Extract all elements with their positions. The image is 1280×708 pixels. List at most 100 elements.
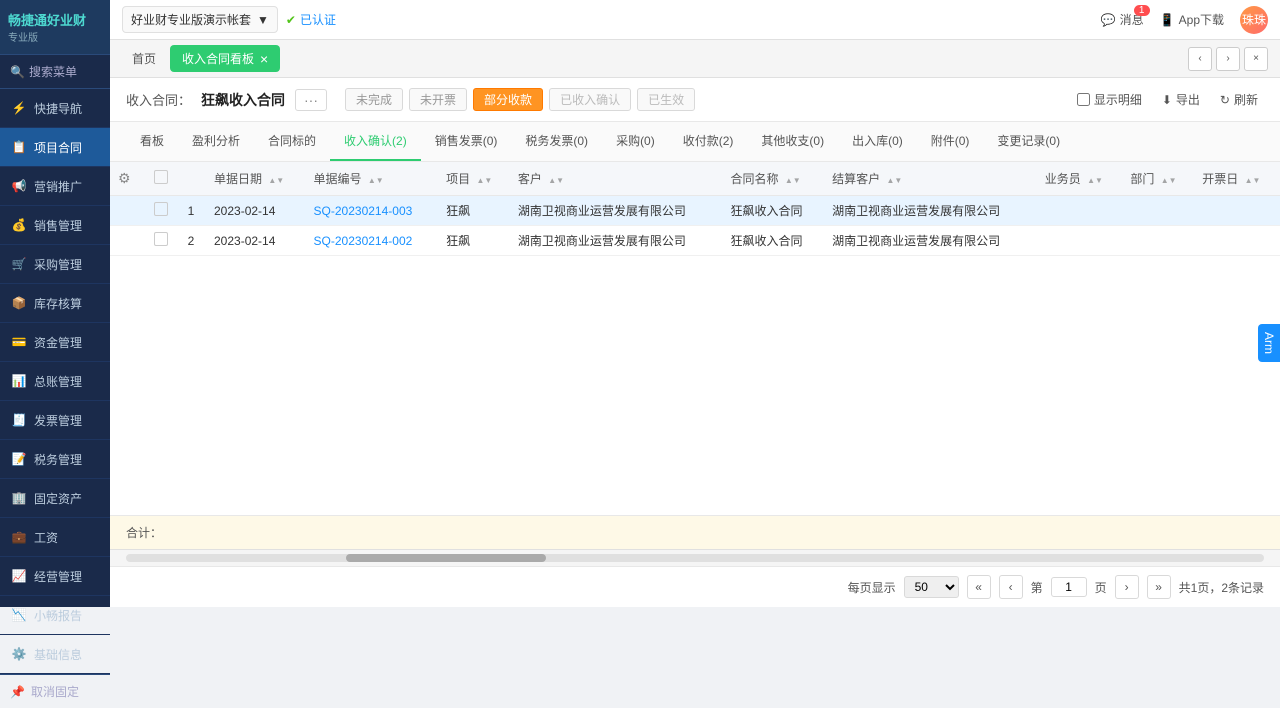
tab-prev-button[interactable]: ‹ (1188, 47, 1212, 71)
column-settings-icon[interactable]: ⚙ (118, 170, 131, 186)
next-page-button[interactable]: › (1115, 575, 1139, 599)
status-tag-uncomplete[interactable]: 未完成 (345, 88, 403, 111)
sidebar-unpin[interactable]: 📌 取消固定 (0, 675, 110, 708)
right-panel[interactable]: Arm (1258, 324, 1280, 362)
status-tag-confirmed[interactable]: 已收入确认 (549, 88, 631, 111)
row-checkbox-cell (146, 226, 176, 256)
user-avatar[interactable]: 珠珠 (1240, 6, 1268, 34)
row-1-result-customer: 湖南卫视商业运营发展有限公司 (824, 196, 1037, 226)
status-tag-effective[interactable]: 已生效 (637, 88, 695, 111)
sidebar-search[interactable]: 🔍 搜索菜单 (0, 55, 110, 89)
content-wrapper: 收入合同： 狂飙收入合同 ··· 未完成 未开票 部分收款 已收入确认 已生效 … (110, 78, 1280, 607)
sidebar-item-capital[interactable]: 💳 资金管理 (0, 323, 110, 362)
scroll-thumb[interactable] (346, 554, 546, 562)
home-tab[interactable]: 首页 (122, 44, 166, 73)
tab-other-income[interactable]: 其他收支(0) (747, 122, 838, 161)
sidebar-item-quick-nav[interactable]: ⚡ 快捷导航 (0, 89, 110, 128)
show-detail-toggle[interactable]: 显示明细 (1071, 89, 1148, 110)
operations-icon: 📈 (10, 567, 28, 585)
status-tag-partial[interactable]: 部分收款 (473, 88, 543, 111)
row-settings (110, 196, 146, 226)
sidebar-item-general-ledger[interactable]: 📊 总账管理 (0, 362, 110, 401)
page-input[interactable] (1051, 577, 1087, 597)
sidebar-item-purchase[interactable]: 🛒 采购管理 (0, 245, 110, 284)
row-2-docno-link[interactable]: SQ-20230214-002 (314, 234, 413, 248)
app-download-button[interactable]: 📱 App下载 (1160, 11, 1224, 28)
col-result-customer-header[interactable]: 结算客户 ▲▼ (824, 162, 1037, 196)
contract-name-sort-icon: ▲▼ (785, 177, 801, 185)
message-button[interactable]: 💬 消息 1 (1101, 11, 1144, 28)
company-selector[interactable]: 好业财专业版演示帐套 ▼ (122, 6, 278, 33)
fixed-assets-icon: 🏢 (10, 489, 28, 507)
unpin-label: 取消固定 (31, 683, 79, 700)
status-tags: 未完成 未开票 部分收款 已收入确认 已生效 (345, 88, 695, 111)
show-detail-checkbox[interactable] (1077, 93, 1090, 106)
app-sub: 专业版 (8, 29, 86, 44)
tab-close-button[interactable]: × (260, 51, 268, 67)
prev-page-button[interactable]: ‹ (999, 575, 1023, 599)
more-button[interactable]: ··· (295, 89, 327, 111)
topbar-right: 💬 消息 1 📱 App下载 珠珠 (1101, 6, 1268, 34)
tab-change-log[interactable]: 变更记录(0) (983, 122, 1074, 161)
sidebar-item-label: 小畅报告 (34, 607, 82, 624)
scroll-track (126, 554, 1264, 562)
sidebar-item-sales[interactable]: 💰 销售管理 (0, 206, 110, 245)
last-page-button[interactable]: » (1147, 575, 1171, 599)
col-salesman-header[interactable]: 业务员 ▲▼ (1037, 162, 1123, 196)
refresh-button[interactable]: ↻ 刷新 (1214, 89, 1264, 110)
general-ledger-icon: 📊 (10, 372, 28, 390)
sidebar-bottom: 📌 取消固定 (0, 674, 110, 708)
row-2-checkbox[interactable] (154, 232, 168, 246)
sidebar-item-operations[interactable]: 📈 经营管理 (0, 557, 110, 596)
tab-warehouse[interactable]: 出入库(0) (838, 122, 917, 161)
capital-icon: 💳 (10, 333, 28, 351)
tab-purchase[interactable]: 采购(0) (602, 122, 669, 161)
sidebar-item-mini-report[interactable]: 📉 小畅报告 (0, 596, 110, 635)
tab-sales-invoice[interactable]: 销售发票(0) (421, 122, 512, 161)
first-page-button[interactable]: « (967, 575, 991, 599)
status-tag-uninvoiced[interactable]: 未开票 (409, 88, 467, 111)
tab-close-window-button[interactable]: × (1244, 47, 1268, 71)
customer-sort-icon: ▲▼ (548, 177, 564, 185)
table-row[interactable]: 2 2023-02-14 SQ-20230214-002 狂飙 湖南卫视商业运营… (110, 226, 1280, 256)
tab-profit[interactable]: 盈利分析 (178, 122, 254, 161)
tab-next-button[interactable]: › (1216, 47, 1240, 71)
col-customer-header[interactable]: 客户 ▲▼ (510, 162, 723, 196)
sidebar-item-basic-info[interactable]: ⚙️ 基础信息 (0, 635, 110, 674)
row-2-result-customer: 湖南卫视商业运营发展有限公司 (824, 226, 1037, 256)
sidebar-item-project-contract[interactable]: 📋 项目合同 (0, 128, 110, 167)
row-1-checkbox[interactable] (154, 202, 168, 216)
right-panel-label: Arm (1262, 332, 1276, 354)
tab-board[interactable]: 看板 (126, 122, 178, 161)
tab-payment[interactable]: 收付款(2) (669, 122, 748, 161)
row-2-project: 狂飙 (438, 226, 510, 256)
sidebar-item-inventory[interactable]: 📦 库存核算 (0, 284, 110, 323)
sub-tabs: 看板 盈利分析 合同标的 收入确认(2) 销售发票(0) 税务发票(0) 采购(… (110, 122, 1280, 162)
col-department-header[interactable]: 部门 ▲▼ (1122, 162, 1194, 196)
export-button[interactable]: ⬇ 导出 (1156, 89, 1206, 110)
col-contract-name-header[interactable]: 合同名称 ▲▼ (722, 162, 824, 196)
sidebar-item-label: 税务管理 (34, 451, 82, 468)
phone-icon: 📱 (1160, 13, 1175, 27)
col-docno-header[interactable]: 单据编号 ▲▼ (306, 162, 439, 196)
sidebar-item-hr[interactable]: 💼 工资 (0, 518, 110, 557)
col-project-header[interactable]: 项目 ▲▼ (438, 162, 510, 196)
sidebar-item-invoice[interactable]: 🧾 发票管理 (0, 401, 110, 440)
select-all-checkbox[interactable] (154, 170, 168, 184)
per-page-select[interactable]: 20 50 100 (904, 576, 959, 598)
scroll-area[interactable] (110, 549, 1280, 566)
table-row[interactable]: 1 2023-02-14 SQ-20230214-003 狂飙 湖南卫视商业运营… (110, 196, 1280, 226)
tab-attachment[interactable]: 附件(0) (917, 122, 984, 161)
row-1-docno-link[interactable]: SQ-20230214-003 (314, 204, 413, 218)
refresh-label: 刷新 (1234, 91, 1258, 108)
col-open-date-header[interactable]: 开票日 ▲▼ (1194, 162, 1280, 196)
sidebar-item-fixed-assets[interactable]: 🏢 固定资产 (0, 479, 110, 518)
active-tab[interactable]: 收入合同看板 × (170, 45, 280, 72)
tab-income-confirm[interactable]: 收入确认(2) (330, 122, 421, 161)
tab-contract-standard[interactable]: 合同标的 (254, 122, 330, 161)
content: 收入合同： 狂飙收入合同 ··· 未完成 未开票 部分收款 已收入确认 已生效 … (110, 78, 1280, 607)
sidebar-item-tax[interactable]: 📝 税务管理 (0, 440, 110, 479)
col-date-header[interactable]: 单据日期 ▲▼ (206, 162, 306, 196)
tab-tax-invoice[interactable]: 税务发票(0) (511, 122, 602, 161)
sidebar-item-marketing[interactable]: 📢 营销推广 (0, 167, 110, 206)
